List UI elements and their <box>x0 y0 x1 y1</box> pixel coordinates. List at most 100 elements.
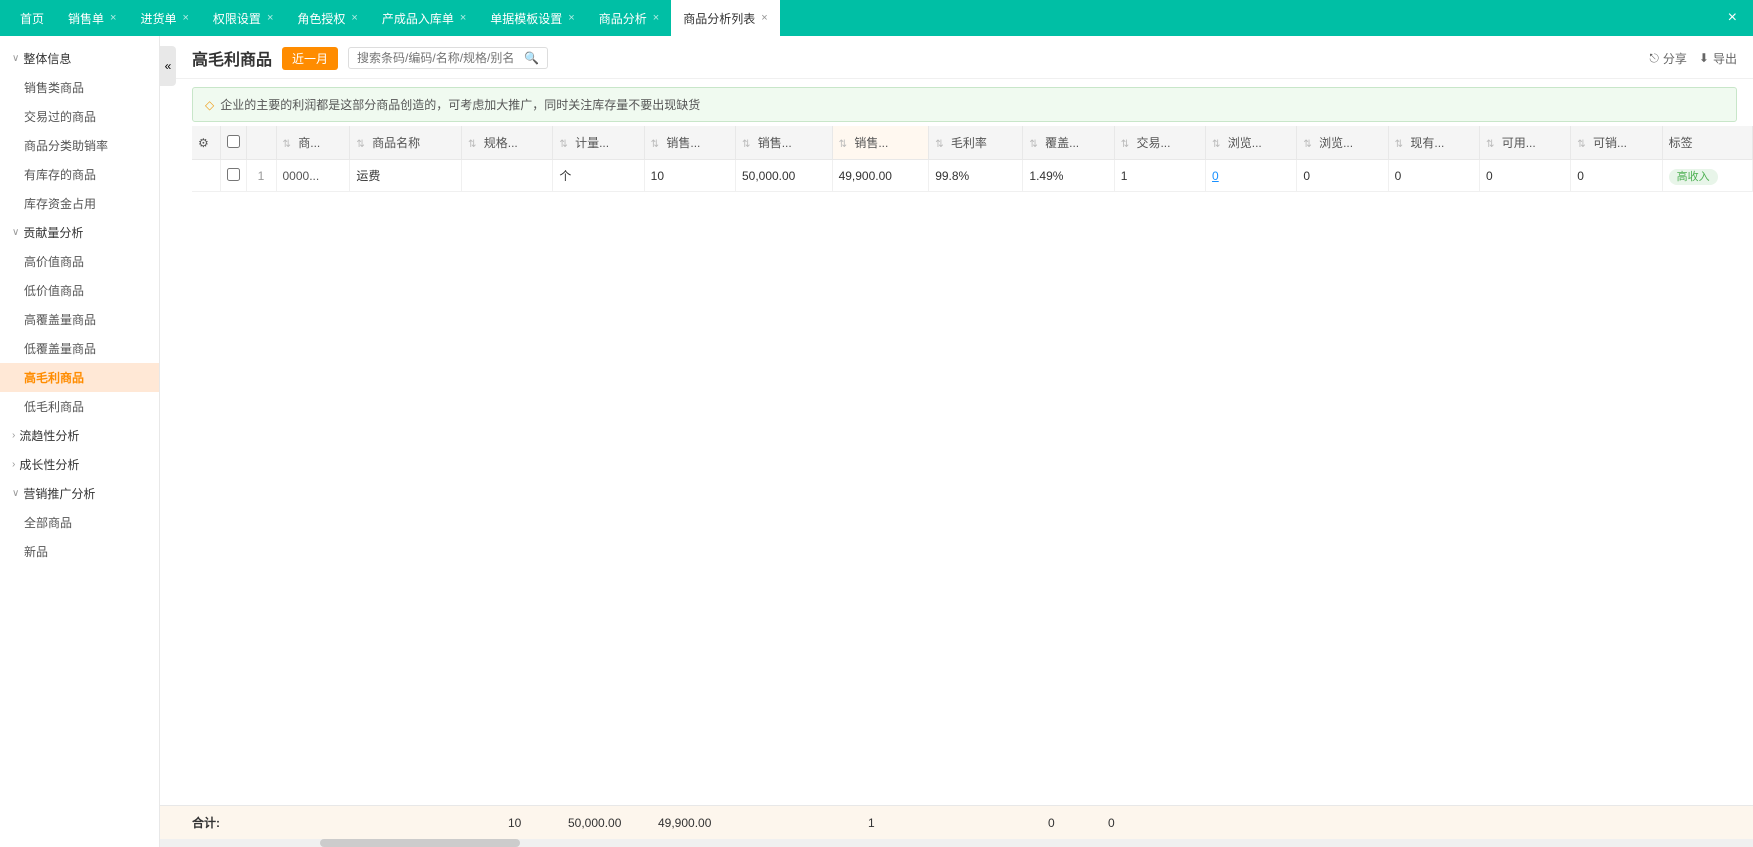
sidebar-item-high-value[interactable]: 高价值商品 <box>0 247 159 276</box>
cell-browse1[interactable]: 0 <box>1206 160 1297 192</box>
top-nav: 首页 销售单 × 进货单 × 权限设置 × 角色授权 × 产成品入库单 × 单据… <box>0 0 1753 36</box>
chevron-down-icon: ∨ <box>12 227 19 238</box>
col-spec[interactable]: ⇅ 规格... <box>462 126 553 160</box>
cell-spec <box>462 160 553 192</box>
col-gross-rate[interactable]: ⇅ 毛利率 <box>929 126 1023 160</box>
nav-product-entry[interactable]: 产成品入库单 × <box>370 0 478 36</box>
footer-cell-empty4 <box>392 816 452 830</box>
table-container[interactable]: ⚙ ⇅ 商... ⇅ 商品名称 <box>160 126 1753 805</box>
sidebar-collapse-button[interactable]: « <box>160 46 176 86</box>
footer-cell-empty2 <box>312 816 352 830</box>
cell-gross-rate: 99.8% <box>929 160 1023 192</box>
col-tag[interactable]: 标签 <box>1662 126 1752 160</box>
sidebar-group-contribution[interactable]: ∨ 贡献量分析 <box>0 218 159 247</box>
col-browse1[interactable]: ⇅ 浏览... <box>1206 126 1297 160</box>
select-all-checkbox[interactable] <box>227 135 240 148</box>
sidebar-item-low-margin[interactable]: 低毛利商品 <box>0 392 159 421</box>
export-button[interactable]: ⬇ 导出 <box>1699 50 1737 67</box>
nav-role-auth[interactable]: 角色授权 × <box>285 0 369 36</box>
main-layout: ∨ 整体信息 销售类商品 交易过的商品 商品分类助销率 有库存的商品 库存资金占… <box>0 36 1753 847</box>
page-title: 高毛利商品 <box>192 46 272 70</box>
sidebar-group-growth[interactable]: › 成长性分析 <box>0 450 159 479</box>
search-icon[interactable]: 🔍 <box>524 51 539 65</box>
col-browse2[interactable]: ⇅ 浏览... <box>1297 126 1388 160</box>
nav-product-analysis-list[interactable]: 商品分析列表 × <box>671 0 779 36</box>
col-settings[interactable]: ⚙ <box>192 126 220 160</box>
cell-settings <box>192 160 220 192</box>
col-current-stock[interactable]: ⇅ 现有... <box>1388 126 1479 160</box>
col-coverage[interactable]: ⇅ 覆盖... <box>1023 126 1114 160</box>
close-icon[interactable]: × <box>568 12 574 24</box>
col-available[interactable]: ⇅ 可用... <box>1479 126 1570 160</box>
sidebar-group-overall[interactable]: ∨ 整体信息 <box>0 44 159 73</box>
close-icon[interactable]: × <box>110 12 116 24</box>
cell-checkbox[interactable] <box>220 160 246 192</box>
window-close-button[interactable]: × <box>1720 9 1745 27</box>
table-header-row: ⚙ ⇅ 商... ⇅ 商品名称 <box>192 126 1753 160</box>
footer-cell-empty5 <box>452 816 502 830</box>
nav-sales-order[interactable]: 销售单 × <box>56 0 128 36</box>
close-icon[interactable]: × <box>267 12 273 24</box>
sidebar-item-high-margin[interactable]: 高毛利商品 <box>0 363 159 392</box>
col-sales1[interactable]: ⇅ 销售... <box>644 126 735 160</box>
sidebar-item-low-coverage[interactable]: 低覆盖量商品 <box>0 334 159 363</box>
sidebar-group-marketing[interactable]: ∨ 营销推广分析 <box>0 479 159 508</box>
row-checkbox[interactable] <box>227 168 240 181</box>
sidebar-item-category-rate[interactable]: 商品分类助销率 <box>0 131 159 160</box>
footer-empty6 <box>742 816 802 830</box>
sidebar-item-high-coverage[interactable]: 高覆盖量商品 <box>0 305 159 334</box>
search-input[interactable] <box>357 51 524 65</box>
nav-purchase-order[interactable]: 进货单 × <box>128 0 200 36</box>
footer-transaction-total: 1 <box>862 816 922 830</box>
close-icon[interactable]: × <box>460 12 466 24</box>
header-actions: ⎋ 分享 ⬇ 导出 <box>1649 50 1737 67</box>
horizontal-scrollbar[interactable] <box>160 839 1753 847</box>
cell-sales2: 50,000.00 <box>735 160 832 192</box>
col-sales2[interactable]: ⇅ 销售... <box>735 126 832 160</box>
cell-tag: 高收入 <box>1662 160 1752 192</box>
content-area: « 高毛利商品 近一月 🔍 ⎋ 分享 ⬇ 导出 ◇ <box>160 36 1753 847</box>
scrollbar-thumb[interactable] <box>320 839 520 847</box>
col-code[interactable]: ⇅ 商... <box>276 126 350 160</box>
sidebar-item-sales-goods[interactable]: 销售类商品 <box>0 73 159 102</box>
col-sales3[interactable]: ⇅ 销售... <box>832 126 929 160</box>
cell-unit: 个 <box>553 160 644 192</box>
col-index <box>246 126 276 160</box>
search-box[interactable]: 🔍 <box>348 47 548 69</box>
sidebar-item-traded-goods[interactable]: 交易过的商品 <box>0 102 159 131</box>
chevron-down-icon: ∨ <box>12 488 19 499</box>
close-icon[interactable]: × <box>182 12 188 24</box>
sidebar-item-all-goods[interactable]: 全部商品 <box>0 508 159 537</box>
sidebar-item-in-stock-goods[interactable]: 有库存的商品 <box>0 160 159 189</box>
sidebar-item-new-goods[interactable]: 新品 <box>0 537 159 566</box>
footer-empty7 <box>802 816 862 830</box>
col-name[interactable]: ⇅ 商品名称 <box>350 126 462 160</box>
col-checkbox[interactable] <box>220 126 246 160</box>
footer-sales3-total: 49,900.00 <box>652 816 742 830</box>
nav-home[interactable]: 首页 <box>8 0 56 36</box>
col-transaction[interactable]: ⇅ 交易... <box>1114 126 1205 160</box>
data-table: ⚙ ⇅ 商... ⇅ 商品名称 <box>192 126 1753 192</box>
share-button[interactable]: ⎋ 分享 <box>1649 50 1687 67</box>
sidebar-item-low-value[interactable]: 低价值商品 <box>0 276 159 305</box>
chevron-down-icon: ∨ <box>12 53 19 64</box>
footer-label: 合计: <box>192 814 272 831</box>
settings-icon[interactable]: ⚙ <box>198 136 209 150</box>
col-unit[interactable]: ⇅ 计量... <box>553 126 644 160</box>
close-icon[interactable]: × <box>351 12 357 24</box>
sidebar-group-trend[interactable]: › 流趋性分析 <box>0 421 159 450</box>
col-sellable[interactable]: ⇅ 可销... <box>1571 126 1662 160</box>
sidebar-item-inventory-capital[interactable]: 库存资金占用 <box>0 189 159 218</box>
footer-available: 0 <box>1102 816 1162 830</box>
period-button[interactable]: 近一月 <box>282 47 338 70</box>
nav-product-analysis[interactable]: 商品分析 × <box>587 0 671 36</box>
close-icon[interactable]: × <box>761 12 767 24</box>
cell-coverage: 1.49% <box>1023 160 1114 192</box>
nav-permission-settings[interactable]: 权限设置 × <box>201 0 285 36</box>
nav-template-settings[interactable]: 单据模板设置 × <box>478 0 586 36</box>
cell-sales3: 49,900.00 <box>832 160 929 192</box>
close-icon[interactable]: × <box>653 12 659 24</box>
footer-empty8 <box>922 816 982 830</box>
cell-available: 0 <box>1479 160 1570 192</box>
info-icon: ◇ <box>205 98 214 112</box>
